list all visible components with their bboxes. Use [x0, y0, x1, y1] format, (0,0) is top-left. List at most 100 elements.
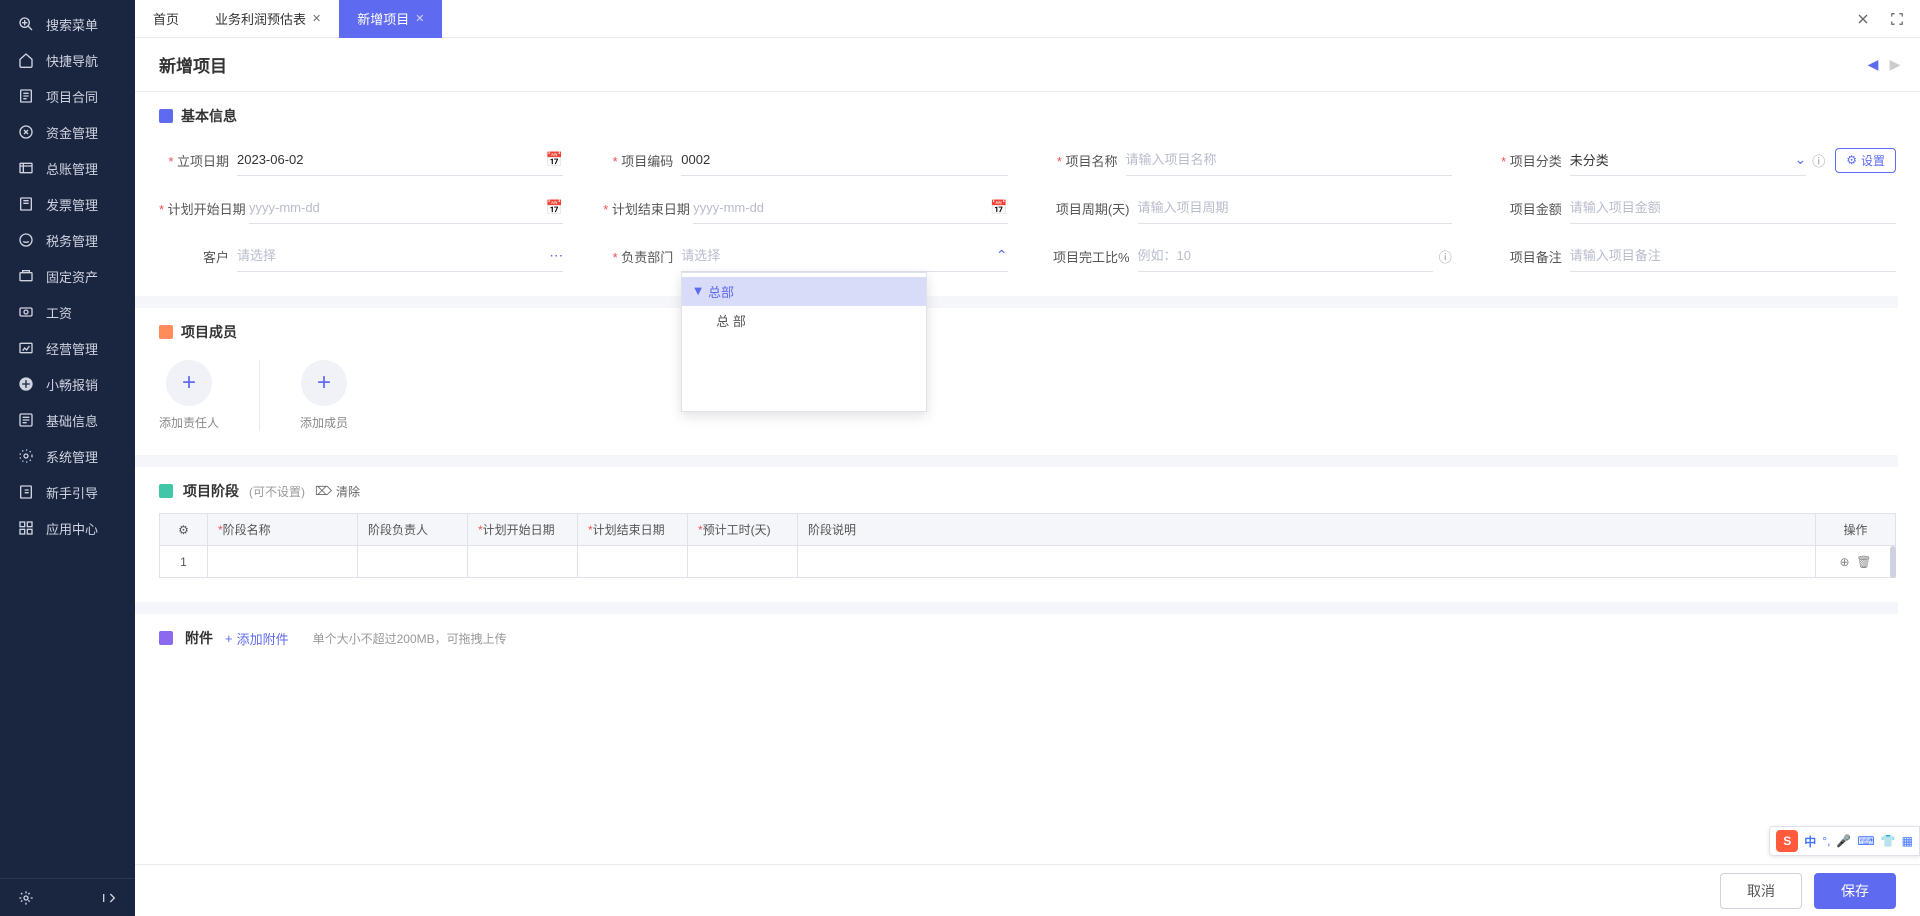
label-amount: 项目金额 — [1492, 199, 1570, 218]
cancel-button[interactable]: 取消 — [1720, 873, 1802, 909]
input-pct[interactable] — [1138, 248, 1433, 263]
delete-row-icon[interactable]: 🗑 — [1856, 555, 1871, 569]
label-cycle: 项目周期(天) — [1048, 199, 1138, 218]
tab-label: 新增项目 — [357, 9, 409, 28]
sidebar-item-ledger[interactable]: 总账管理 — [0, 150, 135, 186]
ime-keyboard-icon[interactable]: ⌨ — [1857, 834, 1874, 848]
chevron-down-icon[interactable]: ⌄ — [1788, 151, 1806, 168]
prev-icon[interactable]: ◀ — [1864, 56, 1882, 74]
sidebar-item-guide[interactable]: 新手引导 — [0, 474, 135, 510]
clear-button[interactable]: ⌦ 清除 — [315, 483, 360, 500]
ime-menu-icon[interactable]: ▦ — [1902, 834, 1913, 848]
sidebar-item-appcenter[interactable]: 应用中心 — [0, 510, 135, 546]
section-icon — [159, 484, 173, 498]
input-remark[interactable] — [1570, 248, 1896, 263]
calendar-icon[interactable]: 📅 — [540, 199, 563, 216]
tab-home[interactable]: 首页 — [135, 0, 197, 38]
gear-icon[interactable] — [18, 890, 34, 906]
sidebar-item-baseinfo[interactable]: 基础信息 — [0, 402, 135, 438]
save-button[interactable]: 保存 — [1814, 873, 1896, 909]
select-customer[interactable] — [237, 248, 543, 263]
sidebar-item-system[interactable]: 系统管理 — [0, 438, 135, 474]
main: 首页 业务利润预估表✕ 新增项目✕ 新增项目 ◀ ▶ 基本信息 立项日期 — [135, 0, 1920, 916]
fullscreen-icon[interactable] — [1884, 6, 1910, 32]
input-date[interactable]: 2023-06-02 — [237, 152, 304, 167]
sidebar-label: 税务管理 — [46, 231, 98, 250]
help-icon[interactable]: ⓘ — [1812, 151, 1825, 170]
cell-person[interactable] — [358, 546, 468, 578]
sidebar-item-tax[interactable]: 税务管理 — [0, 222, 135, 258]
settings-button[interactable]: ⚙ 设置 — [1835, 148, 1896, 173]
site-ribbon — [1898, 38, 1920, 916]
calendar-icon[interactable]: 📅 — [984, 199, 1007, 216]
dropdown-item-child[interactable]: 总 部 — [682, 306, 926, 335]
input-name[interactable] — [1126, 152, 1452, 167]
cell-desc[interactable] — [798, 546, 1816, 578]
add-owner-button[interactable]: + — [166, 360, 212, 406]
sidebar-label: 经营管理 — [46, 339, 98, 358]
select-cat[interactable]: 未分类 — [1570, 150, 1609, 169]
ime-lang[interactable]: 中 — [1804, 833, 1816, 850]
section-icon — [159, 631, 173, 645]
add-attach-button[interactable]: + 添加附件 — [225, 629, 289, 648]
info-icon — [18, 412, 34, 428]
cell-start[interactable] — [468, 546, 578, 578]
system-icon — [18, 448, 34, 464]
add-member-button[interactable]: + — [301, 360, 347, 406]
calendar-icon[interactable]: 📅 — [540, 151, 563, 168]
table-row[interactable]: 1 ⊕ 🗑 — [160, 546, 1896, 578]
add-member-label: 添加成员 — [300, 414, 348, 431]
cell-name[interactable] — [208, 546, 358, 578]
cell-end[interactable] — [578, 546, 688, 578]
label-plan-end: 计划结束日期 — [603, 199, 693, 218]
sidebar-item-biz[interactable]: 经营管理 — [0, 330, 135, 366]
chevron-up-icon[interactable]: ⌃ — [990, 247, 1008, 264]
sidebar-item-expense[interactable]: 小畅报销 — [0, 366, 135, 402]
footer: 取消 保存 — [135, 864, 1920, 916]
sidebar-item-invoice[interactable]: 发票管理 — [0, 186, 135, 222]
section-label: 附件 — [185, 628, 213, 648]
label-code: 项目编码 — [603, 151, 681, 170]
sidebar-item-salary[interactable]: 工资 — [0, 294, 135, 330]
close-icon[interactable]: ✕ — [415, 12, 424, 25]
sidebar-label: 小畅报销 — [46, 375, 98, 394]
label-date: 立项日期 — [159, 151, 237, 170]
close-icon[interactable]: ✕ — [312, 12, 321, 25]
input-amount[interactable] — [1570, 200, 1896, 215]
collapse-icon[interactable] — [101, 890, 117, 906]
tab-profit[interactable]: 业务利润预估表 ✕ — [197, 0, 339, 38]
label-customer: 客户 — [159, 247, 237, 266]
ledger-icon — [18, 160, 34, 176]
sidebar-item-quicknav[interactable]: 快捷导航 — [0, 42, 135, 78]
section-basic: 基本信息 立项日期2023-06-02📅 项目编码0002 项目名称 项目分类未… — [135, 92, 1920, 296]
input-code[interactable]: 0002 — [681, 152, 710, 167]
sidebar-label: 新手引导 — [46, 483, 98, 502]
input-cycle[interactable] — [1138, 200, 1452, 215]
help-icon[interactable]: ⓘ — [1439, 247, 1452, 266]
more-icon[interactable]: ⋯ — [543, 247, 563, 264]
select-dept[interactable] — [681, 248, 990, 263]
add-row-icon[interactable]: ⊕ — [1840, 555, 1850, 569]
tab-label: 业务利润预估表 — [215, 9, 306, 28]
close-all-icon[interactable] — [1850, 6, 1876, 32]
ime-punct-icon[interactable]: °, — [1822, 834, 1830, 848]
input-plan-end[interactable] — [693, 200, 984, 215]
ime-skin-icon[interactable]: 👕 — [1881, 834, 1896, 848]
col-gear[interactable]: ⚙ — [160, 514, 208, 546]
dropdown-item-root[interactable]: ▶总部 — [682, 277, 926, 306]
sidebar-item-asset[interactable]: 固定资产 — [0, 258, 135, 294]
ime-badge[interactable]: S — [1776, 830, 1798, 852]
input-plan-start[interactable] — [249, 200, 540, 215]
biz-icon — [18, 340, 34, 356]
cell-hours[interactable] — [688, 546, 798, 578]
ime-mic-icon[interactable]: 🎤 — [1836, 834, 1851, 848]
add-member: + 添加成员 — [259, 360, 348, 431]
sidebar-item-contract[interactable]: 项目合同 — [0, 78, 135, 114]
section-stage: 项目阶段 (可不设置) ⌦ 清除 ⚙ *阶段名称 阶段负责人 *计划开始日期 *… — [135, 455, 1920, 602]
next-icon[interactable]: ▶ — [1886, 56, 1904, 74]
col-start: 计划开始日期 — [483, 523, 555, 537]
contract-icon — [18, 88, 34, 104]
sidebar-item-search[interactable]: 搜索菜单 — [0, 6, 135, 42]
tab-new-project[interactable]: 新增项目 ✕ — [339, 0, 442, 38]
sidebar-item-fund[interactable]: 资金管理 — [0, 114, 135, 150]
